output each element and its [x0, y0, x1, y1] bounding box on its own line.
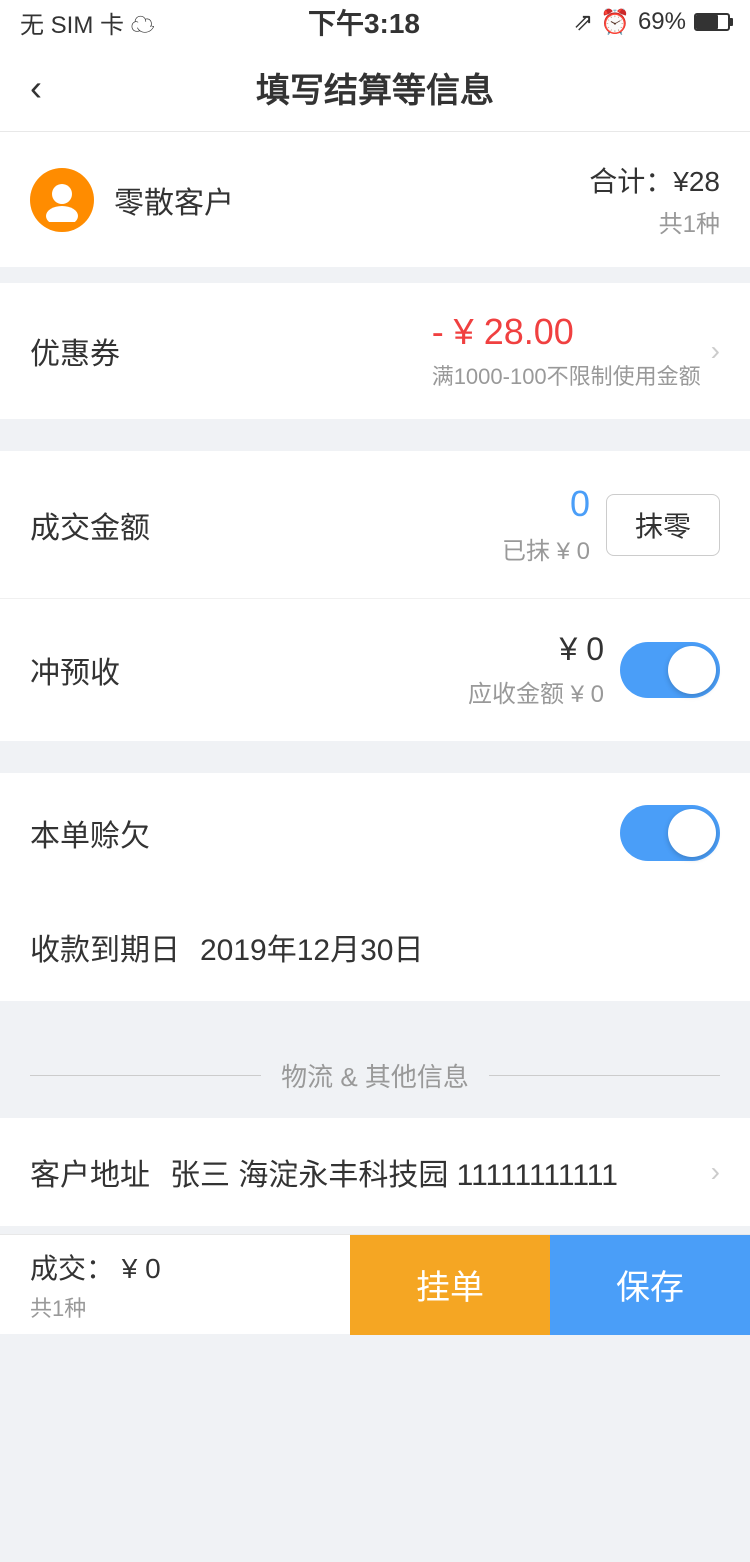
toggle-knob [668, 646, 716, 694]
prepaid-value: ¥ 0 [468, 631, 604, 668]
customer-right: 合计：¥28 共1种 [589, 160, 720, 239]
back-button[interactable]: ‹ [30, 67, 42, 109]
bottom-deal-value: ¥ 0 [122, 1253, 161, 1284]
debit-toggle-knob [668, 809, 716, 857]
customer-count: 共1种 [589, 204, 720, 239]
deal-amount-right: 0 已抹 ¥ 0 抹零 [502, 483, 720, 566]
round-button[interactable]: 抹零 [606, 494, 720, 556]
bottom-deal-row: 成交： ¥ 0 [30, 1247, 320, 1287]
status-right: ⇗ ⏰ 69% [573, 8, 730, 37]
logistics-line-right [489, 1075, 720, 1076]
customer-name: 零散客户 [114, 178, 234, 222]
coupon-row[interactable]: 优惠券 - ¥ 28.00 满1000-100不限制使用金额 › [0, 283, 750, 419]
coupon-right: - ¥ 28.00 满1000-100不限制使用金额 › [432, 311, 720, 391]
coupon-label: 优惠券 [30, 329, 120, 373]
status-time: 下午3:18 [308, 2, 420, 42]
coupon-chevron-icon: › [711, 335, 720, 367]
prepaid-toggle[interactable] [620, 642, 720, 698]
debit-row: 本单赊欠 [0, 773, 750, 893]
coupon-amount: - ¥ 28.00 [432, 311, 701, 353]
customer-left: 零散客户 [30, 168, 234, 232]
prepaid-sub: 应收金额 ¥ 0 [468, 674, 604, 709]
signal-text: 无 SIM 卡 ☁ [20, 5, 155, 40]
logistics-header: 物流 & 其他信息 [0, 1033, 750, 1118]
section-divider-1 [0, 435, 750, 451]
due-date-row: 收款到期日 2019年12月30日 [0, 893, 750, 1001]
due-date-value: 2019年12月30日 [200, 925, 423, 969]
customer-total: 合计：¥28 [589, 160, 720, 200]
prepaid-label: 冲预收 [30, 648, 120, 692]
save-button[interactable]: 保存 [550, 1235, 750, 1335]
nav-bar: ‹ 填写结算等信息 [0, 44, 750, 132]
section-divider-2 [0, 757, 750, 773]
bottom-summary: 成交： ¥ 0 共1种 [0, 1247, 350, 1323]
bottom-bar: 成交： ¥ 0 共1种 挂单 保存 [0, 1234, 750, 1334]
address-row[interactable]: 客户地址 张三 海淀永丰科技园 11111111111 › [0, 1118, 750, 1226]
logistics-text: 物流 & 其他信息 [281, 1057, 469, 1094]
bottom-deal-count: 共1种 [30, 1291, 320, 1323]
hang-button[interactable]: 挂单 [350, 1235, 550, 1335]
prepaid-value-group: ¥ 0 应收金额 ¥ 0 [468, 631, 604, 709]
deal-amount-label: 成交金额 [30, 503, 150, 547]
deal-amount-sub: 已抹 ¥ 0 [502, 531, 590, 566]
deal-amount-value-group: 0 已抹 ¥ 0 [502, 483, 590, 566]
status-left: 无 SIM 卡 ☁ [20, 5, 155, 40]
status-bar: 无 SIM 卡 ☁ 下午3:18 ⇗ ⏰ 69% [0, 0, 750, 44]
customer-avatar [30, 168, 94, 232]
deal-amount-value: 0 [502, 483, 590, 525]
debit-toggle[interactable] [620, 805, 720, 861]
logistics-line-left [30, 1075, 261, 1076]
address-chevron-icon: › [711, 1156, 720, 1188]
bottom-deal-label: 成交： [30, 1253, 114, 1284]
avatar-icon [40, 178, 84, 222]
prepaid-right: ¥ 0 应收金额 ¥ 0 [468, 631, 720, 709]
page-title: 填写结算等信息 [256, 63, 494, 112]
deal-amount-section: 成交金额 0 已抹 ¥ 0 抹零 冲预收 ¥ 0 应收金额 ¥ 0 [0, 451, 750, 741]
coupon-sub: 满1000-100不限制使用金额 [432, 359, 701, 391]
address-value: 张三 海淀永丰科技园 11111111111 [170, 1150, 711, 1194]
deal-amount-row: 成交金额 0 已抹 ¥ 0 抹零 [0, 451, 750, 599]
coupon-value-group: - ¥ 28.00 满1000-100不限制使用金额 [432, 311, 701, 391]
due-date-label: 收款到期日 [30, 925, 180, 969]
content: 零散客户 合计：¥28 共1种 优惠券 - ¥ 28.00 满1000-100不… [0, 132, 750, 1562]
battery-icon: ⇗ ⏰ [573, 8, 630, 37]
battery-bar [694, 13, 730, 31]
debit-right [620, 805, 720, 861]
debit-label: 本单赊欠 [30, 811, 150, 855]
debit-section: 本单赊欠 收款到期日 2019年12月30日 [0, 773, 750, 1001]
customer-row: 零散客户 合计：¥28 共1种 [0, 132, 750, 267]
battery-percent: 69% [638, 8, 686, 36]
address-label: 客户地址 [30, 1150, 150, 1194]
section-divider-3 [0, 1017, 750, 1033]
prepaid-row: 冲预收 ¥ 0 应收金额 ¥ 0 [0, 599, 750, 741]
